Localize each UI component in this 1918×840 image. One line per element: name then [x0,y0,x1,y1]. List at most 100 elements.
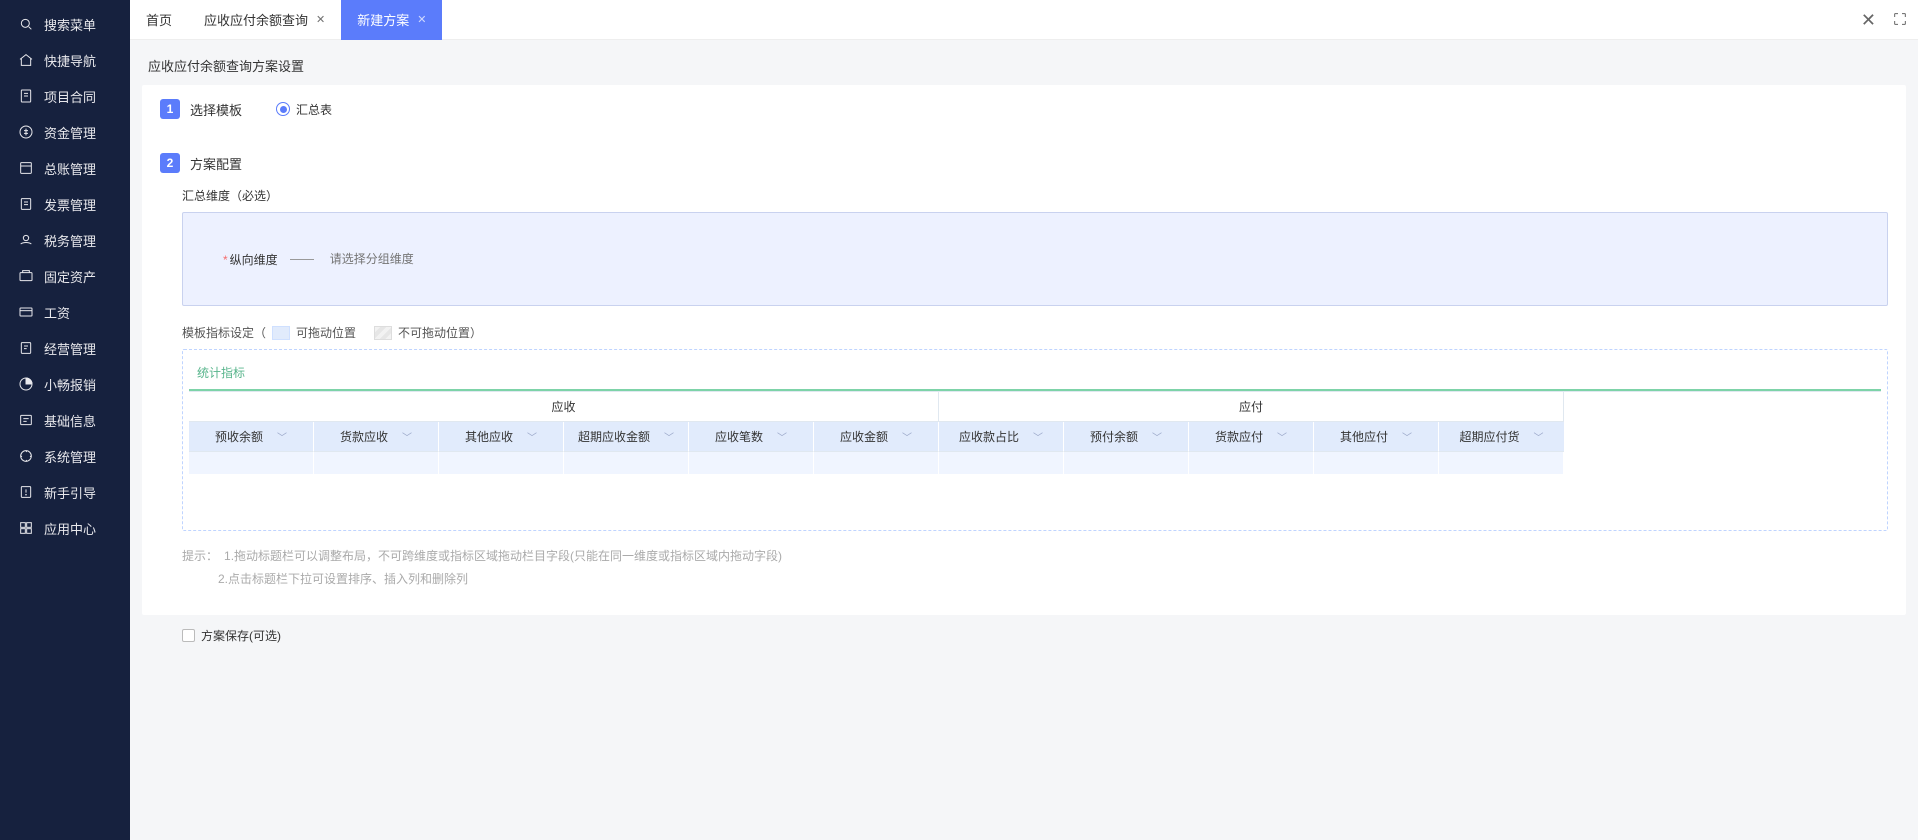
column-label: 货款应付 [1215,430,1263,444]
indicator-column-header[interactable]: 货款应收﹀ [314,422,439,452]
indicator-column-header[interactable]: 应收金额﹀ [814,422,939,452]
draggable-swatch-icon [272,326,290,340]
column-label: 预收余额 [215,430,263,444]
tips: 提示：1.拖动标题栏可以调整布局，不可跨维度或指标区域拖动栏目字段(只能在同一维… [182,545,1888,591]
indicator-cell [689,452,814,474]
indicator-column-header[interactable]: 预付余额﹀ [1064,422,1189,452]
tab-close-icon[interactable]: ✕ [417,13,426,26]
info-icon [18,412,34,428]
indicator-table: 应收应付 预收余额﹀货款应收﹀其他应收﹀超期应收金额﹀应收笔数﹀应收金额﹀应收款… [189,391,1881,474]
sidebar-item-label: 项目合同 [44,87,96,106]
sidebar-item-4[interactable]: 总账管理 [0,150,130,186]
indicator-column-header[interactable]: 其他应付 ﹀ [1314,422,1439,452]
chevron-down-icon[interactable]: ﹀ [1033,429,1043,444]
tax-icon [18,232,34,248]
biz-icon [18,340,34,356]
report-icon [18,376,34,392]
main-area: 首页应收应付余额查询✕新建方案✕ ✕ 应收应付余额查询方案设置 1 选择模板 [130,0,1918,840]
step2-num: 2 [160,153,180,173]
indicator-column-header[interactable]: 其他应收﹀ [439,422,564,452]
column-label: 其他应付 [1340,430,1388,444]
sidebar-item-11[interactable]: 基础信息 [0,402,130,438]
indicator-cell [1189,452,1314,474]
indicator-column-header[interactable]: 预收余额 ﹀ [189,422,314,452]
chevron-down-icon[interactable]: ﹀ [902,429,912,444]
indicator-cell [1064,452,1189,474]
template-radio-summary[interactable]: 汇总表 [276,101,332,118]
step1-header: 1 选择模板 汇总表 [160,99,1888,119]
chevron-down-icon[interactable]: ﹀ [777,429,787,444]
home-icon [18,52,34,68]
invoice-icon [18,196,34,212]
sidebar-item-label: 小畅报销 [44,375,96,394]
doc-icon [18,88,34,104]
sidebar-item-label: 经营管理 [44,339,96,358]
column-label: 应收款占比 [959,430,1019,444]
tab-close-icon[interactable]: ✕ [316,13,325,26]
sidebar-item-7[interactable]: 固定资产 [0,258,130,294]
chevron-down-icon[interactable]: ﹀ [664,429,674,444]
chevron-down-icon[interactable]: ﹀ [1152,429,1162,444]
column-label: 超期应付货 [1459,430,1519,444]
step1-num: 1 [160,99,180,119]
indicator-cell [314,452,439,474]
sidebar-item-1[interactable]: 快捷导航 [0,42,130,78]
sidebar-item-10[interactable]: 小畅报销 [0,366,130,402]
indicator-box: 统计指标 应收应付 预收余额﹀货款应收﹀其他应收﹀超期应收金额﹀应收笔数﹀应收金… [182,349,1888,531]
tab-0[interactable]: 首页 [130,0,188,40]
system-icon [18,448,34,464]
money-icon [18,124,34,140]
sidebar-item-5[interactable]: 发票管理 [0,186,130,222]
save-row[interactable]: 方案保存(可选) [152,627,1918,664]
radio-label: 汇总表 [296,101,332,118]
sidebar: 搜索菜单快捷导航项目合同资金管理总账管理发票管理税务管理固定资产工资经营管理小畅… [0,0,130,840]
nondraggable-swatch-icon [374,326,392,340]
sidebar-item-14[interactable]: 应用中心 [0,510,130,546]
column-label: 应收笔数 [715,430,763,444]
indicator-column-header[interactable]: 应收款占比 ﹀ [939,422,1064,452]
tab-2[interactable]: 新建方案 ✕ [341,0,442,40]
tabs-bar: 首页应收应付余额查询✕ 新建方案 ✕ ✕ [130,0,1918,40]
indicator-cell [1314,452,1439,474]
sidebar-item-label: 固定资产 [44,267,96,286]
sidebar-item-label: 总账管理 [44,159,96,178]
sidebar-item-label: 发票管理 [44,195,96,214]
chevron-down-icon[interactable]: ﹀ [277,429,287,444]
tab-label: 首页 [146,10,172,29]
indicator-column-header[interactable]: 超期应付货 ﹀ [1439,422,1564,452]
sidebar-item-label: 应用中心 [44,519,96,538]
indicator-cell [564,452,689,474]
chevron-down-icon[interactable]: ﹀ [527,429,537,444]
step1-title: 选择模板 [190,100,242,119]
tab-label: 新建方案 [357,10,409,29]
indicator-cell [814,452,939,474]
sidebar-item-8[interactable]: 工资 [0,294,130,330]
chevron-down-icon[interactable]: ﹀ [1402,429,1412,444]
indicator-group-0: 应收 [189,392,939,422]
sidebar-item-3[interactable]: 资金管理 [0,114,130,150]
content-scroll[interactable]: 应收应付余额查询方案设置 1 选择模板 汇总表 2 方案配置 [130,40,1918,840]
sidebar-item-13[interactable]: 新手引导 [0,474,130,510]
tab-1[interactable]: 应收应付余额查询✕ [188,0,341,40]
nondraggable-label: 不可拖动位置） [398,324,482,341]
dim-field-label: *纵向维度 [223,251,278,268]
sidebar-item-9[interactable]: 经营管理 [0,330,130,366]
chevron-down-icon[interactable]: ﹀ [1277,429,1287,444]
save-label: 方案保存(可选) [201,627,281,644]
indicator-column-header[interactable]: 货款应付 ﹀ [1189,422,1314,452]
dimension-select[interactable] [326,245,426,273]
save-checkbox[interactable] [182,629,195,642]
sidebar-item-12[interactable]: 系统管理 [0,438,130,474]
sidebar-item-label: 新手引导 [44,483,96,502]
sidebar-item-0[interactable]: 搜索菜单 [0,6,130,42]
indicator-column-header[interactable]: 应收笔数 ﹀ [689,422,814,452]
apps-icon [18,520,34,536]
indicator-column-header[interactable]: 超期应收金额﹀ [564,422,689,452]
chevron-down-icon[interactable]: ﹀ [402,429,412,444]
chevron-down-icon[interactable]: ﹀ [1534,429,1544,444]
sidebar-item-6[interactable]: 税务管理 [0,222,130,258]
indicator-label-prefix: 模板指标设定（ [182,324,266,341]
fullscreen-button[interactable] [1892,11,1908,30]
sidebar-item-2[interactable]: 项目合同 [0,78,130,114]
close-all-tabs-button[interactable]: ✕ [1861,10,1876,31]
